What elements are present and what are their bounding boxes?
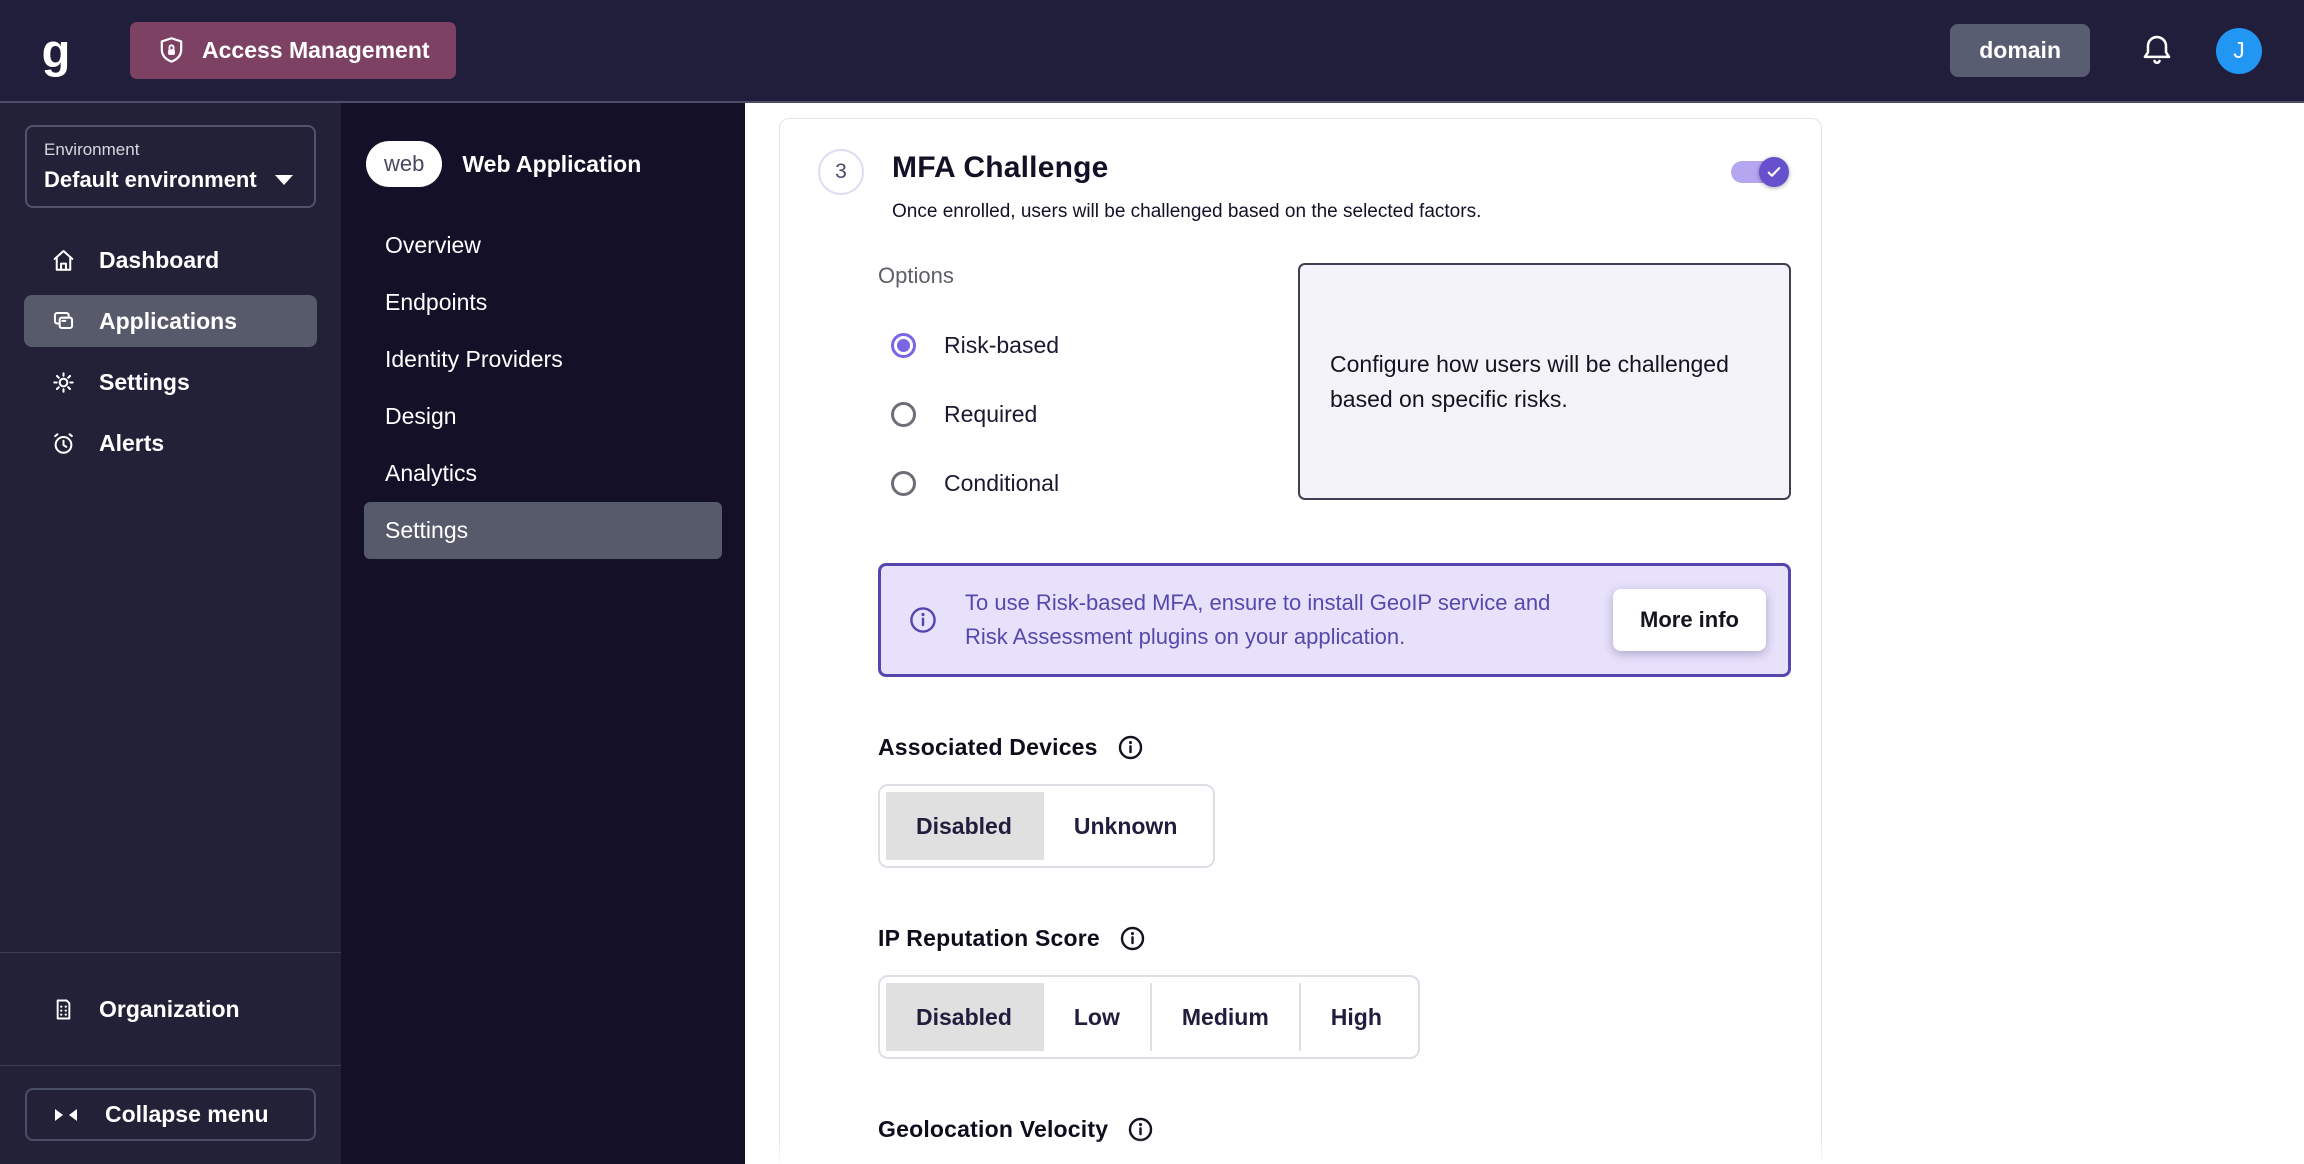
app-menu-item-endpoints[interactable]: Endpoints <box>364 274 722 331</box>
environment-selector[interactable]: Environment Default environment <box>25 125 316 208</box>
segment-medium[interactable]: Medium <box>1152 983 1299 1051</box>
radio-conditional[interactable]: Conditional <box>891 461 1298 505</box>
info-icon[interactable] <box>1118 924 1147 953</box>
applications-icon <box>50 308 77 335</box>
collapse-icon <box>53 1106 79 1124</box>
section-label: Geolocation Velocity <box>878 1116 1108 1143</box>
gear-icon <box>50 369 77 396</box>
main-content: 3 MFA Challenge Once enrolled, users wil… <box>745 103 2304 1164</box>
app-menu-item-identity-providers[interactable]: Identity Providers <box>364 331 722 388</box>
mfa-challenge-toggle[interactable] <box>1731 161 1785 183</box>
section-ip-reputation-score: IP Reputation Score Disabled Low <box>878 924 1791 1059</box>
risk-based-info-banner: To use Risk-based MFA, ensure to install… <box>878 563 1791 677</box>
segment-high[interactable]: High <box>1301 983 1412 1051</box>
primary-nav: Dashboard Applications <box>0 234 341 469</box>
radio-required[interactable]: Required <box>891 392 1298 436</box>
alarm-icon <box>50 430 77 457</box>
collapse-menu-button[interactable]: Collapse menu <box>25 1088 316 1141</box>
app-menu-item-analytics[interactable]: Analytics <box>364 445 722 502</box>
page-title: MFA Challenge <box>892 151 1481 185</box>
sidebar-item-label: Dashboard <box>99 247 219 274</box>
shield-lock-icon <box>156 35 187 66</box>
app-menu-item-overview[interactable]: Overview <box>364 217 722 274</box>
bell-icon[interactable] <box>2138 31 2176 71</box>
app-title: Web Application <box>462 151 641 178</box>
ip-reputation-toggle-group: Disabled Low Medium High <box>878 975 1420 1059</box>
radio-icon <box>891 333 916 358</box>
info-icon <box>907 604 939 636</box>
app-menu-item-design[interactable]: Design <box>364 388 722 445</box>
banner-text: To use Risk-based MFA, ensure to install… <box>965 586 1593 654</box>
topbar: g Access Management domain J <box>0 0 2304 103</box>
sidebar-item-label: Alerts <box>99 430 164 457</box>
toggle-thumb <box>1759 157 1789 187</box>
sidebar-item-label: Applications <box>99 308 237 335</box>
risk-config-text: Configure how users will be challenged b… <box>1330 347 1759 416</box>
segment-disabled[interactable]: Disabled <box>886 983 1042 1051</box>
section-geolocation-velocity: Geolocation Velocity Disabled Low <box>878 1115 1791 1164</box>
sidebar-item-label: Organization <box>99 996 240 1023</box>
app-type-badge: web <box>366 141 442 187</box>
associated-devices-toggle-group: Disabled Unknown <box>878 784 1215 868</box>
sidebar-item-alerts[interactable]: Alerts <box>24 417 317 469</box>
gravitee-logo[interactable]: g <box>30 23 82 78</box>
sidebar-item-settings[interactable]: Settings <box>24 356 317 408</box>
app-root: g Access Management domain J En <box>0 0 2304 1164</box>
radio-label: Risk-based <box>944 332 1059 359</box>
home-icon <box>50 247 77 274</box>
environment-label: Environment <box>44 140 297 160</box>
avatar[interactable]: J <box>2216 28 2262 74</box>
organization-icon <box>50 996 77 1023</box>
shell: Environment Default environment Da <box>0 103 2304 1164</box>
sidebar-item-label: Settings <box>99 369 190 396</box>
radio-label: Conditional <box>944 470 1059 497</box>
section-label: IP Reputation Score <box>878 925 1100 952</box>
info-icon[interactable] <box>1126 1115 1155 1144</box>
collapse-menu-label: Collapse menu <box>105 1101 269 1128</box>
radio-icon <box>891 402 916 427</box>
page-subtitle: Once enrolled, users will be challenged … <box>892 201 1481 223</box>
domain-button[interactable]: domain <box>1950 24 2090 77</box>
section-label: Associated Devices <box>878 734 1098 761</box>
sidebar-item-dashboard[interactable]: Dashboard <box>24 234 317 286</box>
check-icon <box>1765 163 1783 181</box>
more-info-button[interactable]: More info <box>1613 589 1766 651</box>
primary-sidebar: Environment Default environment Da <box>0 103 341 1164</box>
section-associated-devices: Associated Devices Disabled Unknown <box>878 733 1791 868</box>
sidebar-item-applications[interactable]: Applications <box>24 295 317 347</box>
segment-disabled[interactable]: Disabled <box>886 792 1042 860</box>
access-management-label: Access Management <box>202 37 430 64</box>
sidebar-spacer <box>0 469 341 952</box>
application-sidebar: web Web Application Overview Endpoints I… <box>341 103 745 1164</box>
info-icon[interactable] <box>1116 733 1145 762</box>
sidebar-item-organization[interactable]: Organization <box>24 983 317 1035</box>
risk-config-panel: Configure how users will be challenged b… <box>1298 263 1791 500</box>
radio-icon <box>891 471 916 496</box>
segment-unknown[interactable]: Unknown <box>1044 792 1208 860</box>
options-label: Options <box>878 263 1298 289</box>
chevron-down-icon <box>275 175 293 185</box>
segment-low[interactable]: Low <box>1044 983 1150 1051</box>
step-number-badge: 3 <box>818 149 864 195</box>
radio-label: Required <box>944 401 1037 428</box>
mfa-challenge-card: 3 MFA Challenge Once enrolled, users wil… <box>779 118 1822 1164</box>
app-menu-item-settings[interactable]: Settings <box>364 502 722 559</box>
environment-value: Default environment <box>44 167 257 193</box>
radio-risk-based[interactable]: Risk-based <box>891 323 1298 367</box>
access-management-button[interactable]: Access Management <box>130 22 456 79</box>
options-radio-group: Risk-based Required Conditional <box>878 323 1298 505</box>
